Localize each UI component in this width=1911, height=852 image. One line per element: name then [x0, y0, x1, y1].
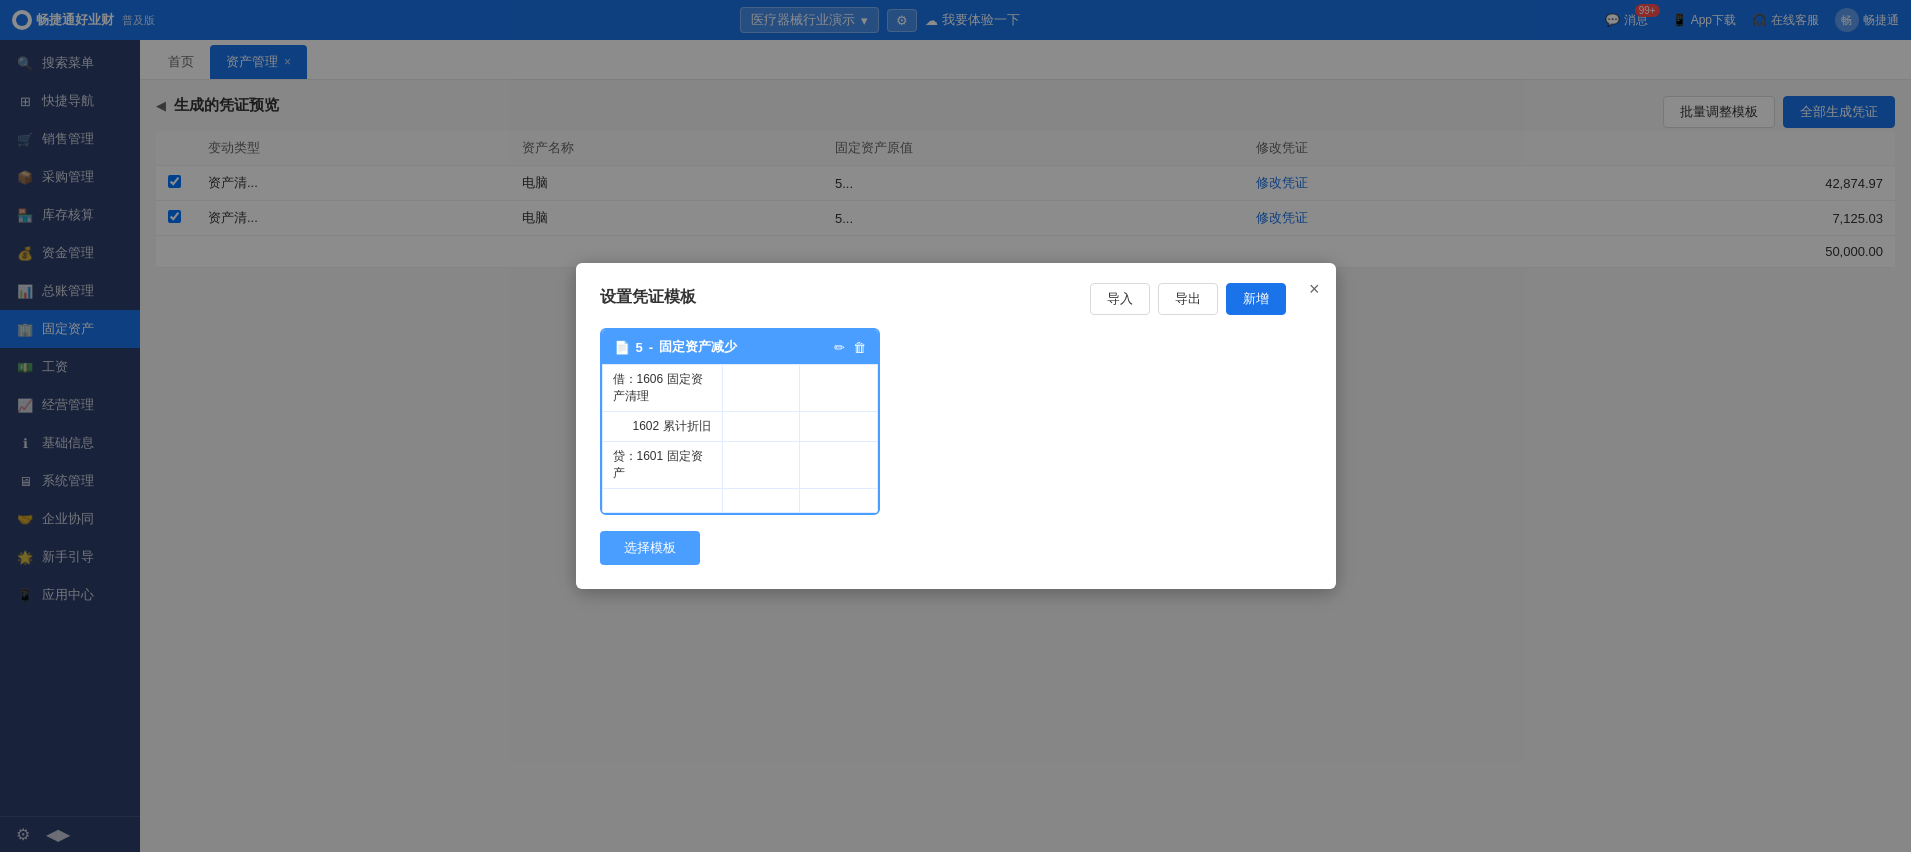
template-entry-row: 借：1606 固定资产清理 — [602, 365, 877, 412]
template-card-header-left: 📄 5 - 固定资产减少 — [614, 338, 738, 356]
template-card: 📄 5 - 固定资产减少 ✏ 🗑 借：1606 固定资产清理 — [600, 328, 880, 515]
dialog-toolbar: 导入 导出 新增 — [1090, 283, 1286, 315]
template-edit-icon[interactable]: ✏ — [834, 340, 845, 355]
entry-debit-2 — [722, 412, 800, 442]
dialog-body: 📄 5 - 固定资产减少 ✏ 🗑 借：1606 固定资产清理 — [600, 328, 1312, 565]
entry-side-3: 贷：1601 固定资产 — [602, 442, 722, 489]
template-entry-row: 贷：1601 固定资产 — [602, 442, 877, 489]
template-id: 5 — [636, 340, 643, 355]
select-template-button[interactable]: 选择模板 — [600, 531, 700, 565]
export-button[interactable]: 导出 — [1158, 283, 1218, 315]
modal-overlay: × 设置凭证模板 导入 导出 新增 📄 5 - 固定资产减少 ✏ — [0, 0, 1911, 852]
entry-credit-2 — [800, 412, 878, 442]
new-template-button[interactable]: 新增 — [1226, 283, 1286, 315]
entry-code-2: 1602 累计折旧 — [602, 412, 722, 442]
template-entry-row: 1602 累计折旧 — [602, 412, 877, 442]
import-button[interactable]: 导入 — [1090, 283, 1150, 315]
entry-empty — [602, 489, 722, 513]
template-separator: - — [649, 340, 653, 355]
template-doc-icon: 📄 — [614, 340, 630, 355]
voucher-template-dialog: × 设置凭证模板 导入 导出 新增 📄 5 - 固定资产减少 ✏ — [576, 263, 1336, 589]
template-card-header: 📄 5 - 固定资产减少 ✏ 🗑 — [602, 330, 878, 364]
template-delete-icon[interactable]: 🗑 — [853, 340, 866, 355]
template-name: 固定资产减少 — [659, 338, 737, 356]
entry-debit-1 — [722, 365, 800, 412]
dialog-close-button[interactable]: × — [1309, 279, 1320, 300]
entry-credit-1 — [800, 365, 878, 412]
template-entries-table: 借：1606 固定资产清理 1602 累计折旧 贷：1601 固定资产 — [602, 364, 878, 513]
entry-credit-3 — [800, 442, 878, 489]
entry-debit-3 — [722, 442, 800, 489]
template-entry-row-empty — [602, 489, 877, 513]
template-card-header-actions: ✏ 🗑 — [834, 340, 866, 355]
entry-side-1: 借：1606 固定资产清理 — [602, 365, 722, 412]
